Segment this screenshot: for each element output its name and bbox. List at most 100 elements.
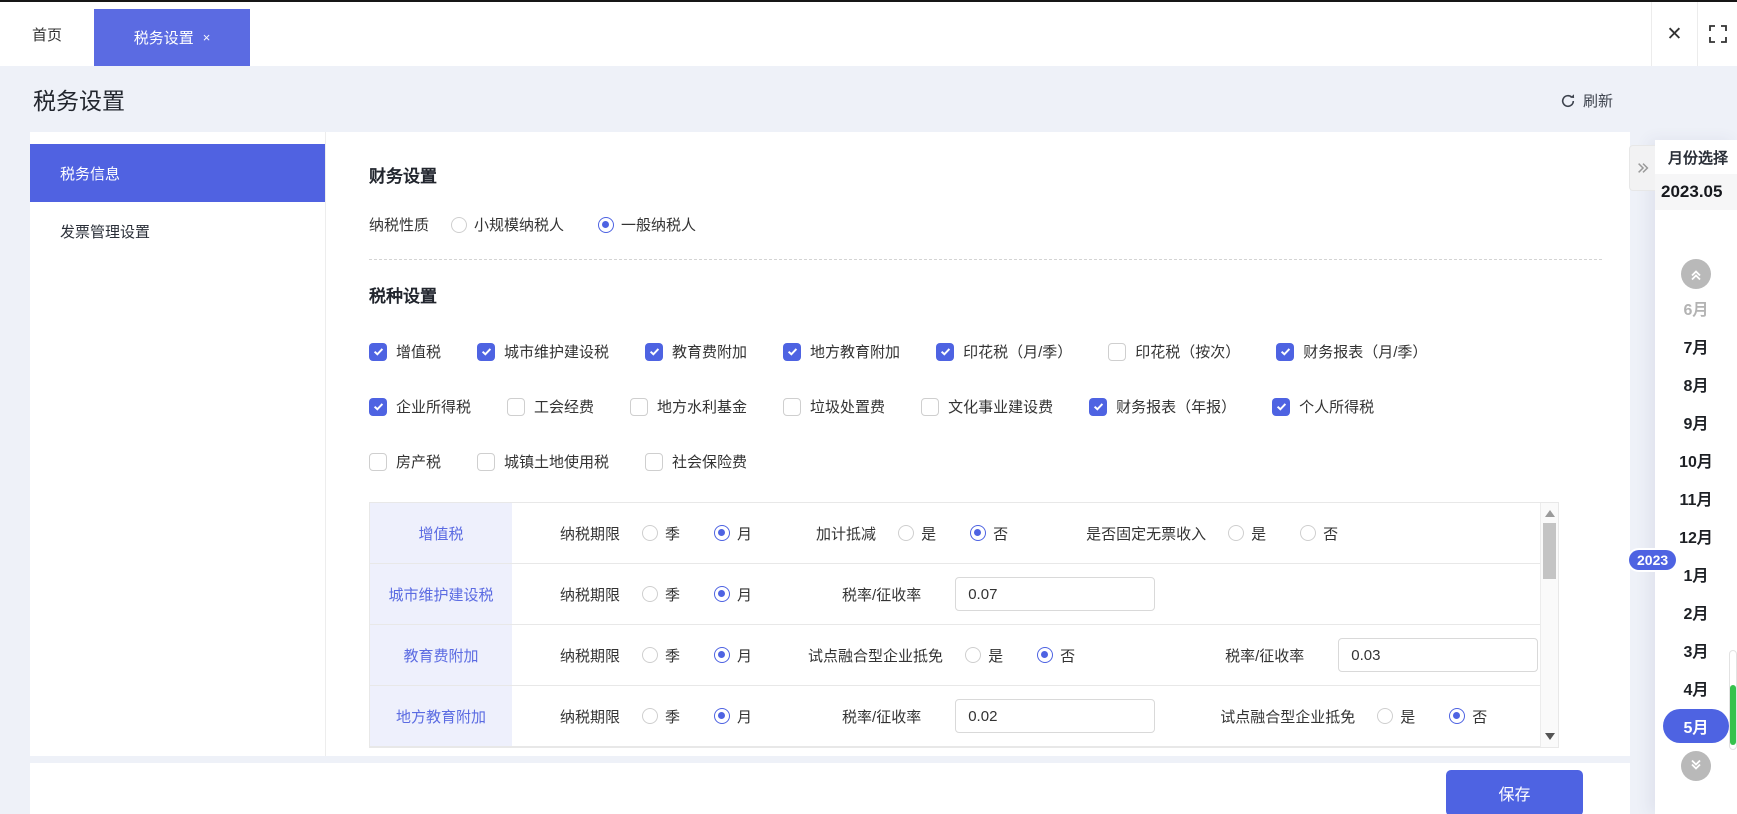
- radio-icon[interactable]: [965, 647, 982, 663]
- month-item-5月[interactable]: 5月: [1663, 709, 1729, 743]
- 增值税-是否固定无票收入-radio-否[interactable]: 否: [1300, 523, 1338, 544]
- scroll-down-icon[interactable]: [1545, 733, 1555, 740]
- month-item-6月[interactable]: 6月: [1663, 289, 1729, 327]
- 税率/征收率-input[interactable]: [955, 699, 1156, 733]
- checkbox-印花税（月/季）[interactable]: 印花税（月/季）: [936, 341, 1072, 362]
- radio-icon[interactable]: [642, 708, 659, 724]
- radio-icon[interactable]: [642, 647, 659, 663]
- checkbox-icon[interactable]: [630, 397, 649, 416]
- checkbox-城镇土地使用税[interactable]: 城镇土地使用税: [477, 451, 609, 472]
- month-item-12月[interactable]: 12月: [1663, 517, 1729, 555]
- month-item-10月[interactable]: 10月: [1663, 441, 1729, 479]
- checkbox-icon[interactable]: [1276, 342, 1295, 361]
- checkbox-icon[interactable]: [783, 397, 802, 416]
- checkbox-icon[interactable]: [936, 342, 955, 361]
- 地方教育附加-试点融合型企业抵免-radio-否[interactable]: 否: [1449, 706, 1487, 727]
- month-item-9月[interactable]: 9月: [1663, 403, 1729, 441]
- 教育费附加-纳税期限-radio-月[interactable]: 月: [714, 645, 752, 666]
- 增值税-纳税期限-radio-月[interactable]: 月: [714, 523, 752, 544]
- checkbox-icon[interactable]: [1089, 397, 1108, 416]
- 地方教育附加-纳税期限-radio-季[interactable]: 季: [642, 706, 680, 727]
- checkbox-财务报表（年报）[interactable]: 财务报表（年报）: [1089, 396, 1236, 417]
- sidebar-item-0[interactable]: 税务信息: [30, 144, 325, 202]
- close-icon[interactable]: ✕: [1651, 2, 1697, 66]
- panel-collapse-button[interactable]: [1629, 145, 1655, 191]
- radio-icon[interactable]: [451, 216, 468, 233]
- radio-icon[interactable]: [898, 525, 915, 541]
- radio-icon[interactable]: [1449, 708, 1466, 724]
- months-scroll-down-button[interactable]: [1681, 751, 1711, 781]
- month-item-3月[interactable]: 3月: [1663, 631, 1729, 669]
- radio-icon[interactable]: [970, 525, 987, 541]
- radio-icon[interactable]: [1300, 525, 1317, 541]
- months-scroll-up-button[interactable]: [1681, 259, 1711, 289]
- checkbox-icon[interactable]: [369, 342, 387, 361]
- scrollbar-thumb[interactable]: [1543, 523, 1556, 579]
- checkbox-财务报表（月/季）[interactable]: 财务报表（月/季）: [1276, 341, 1427, 362]
- month-item-2月[interactable]: 2月: [1663, 593, 1729, 631]
- 增值税-加计抵减-radio-是[interactable]: 是: [898, 523, 936, 544]
- checkbox-社会保险费[interactable]: 社会保险费: [645, 451, 747, 472]
- radio-icon[interactable]: [714, 586, 731, 602]
- 增值税-是否固定无票收入-radio-是[interactable]: 是: [1228, 523, 1266, 544]
- radio-icon[interactable]: [1228, 525, 1245, 541]
- scroll-up-icon[interactable]: [1545, 510, 1555, 517]
- table-scrollbar[interactable]: [1540, 503, 1558, 747]
- checkbox-icon[interactable]: [921, 397, 940, 416]
- radio-icon[interactable]: [598, 216, 615, 233]
- tax-nature-radio-一般纳税人[interactable]: 一般纳税人: [598, 214, 696, 235]
- checkbox-地方水利基金[interactable]: 地方水利基金: [630, 396, 747, 417]
- tab-home[interactable]: 首页: [0, 2, 94, 66]
- 增值税-纳税期限-radio-季[interactable]: 季: [642, 523, 680, 544]
- month-item-4月[interactable]: 4月: [1663, 669, 1729, 707]
- checkbox-icon[interactable]: [477, 452, 496, 471]
- checkbox-icon[interactable]: [369, 397, 387, 416]
- checkbox-房产税[interactable]: 房产税: [369, 451, 441, 472]
- checkbox-垃圾处置费[interactable]: 垃圾处置费: [783, 396, 885, 417]
- checkbox-教育费附加[interactable]: 教育费附加: [645, 341, 747, 362]
- 教育费附加-试点融合型企业抵免-radio-否[interactable]: 否: [1037, 645, 1075, 666]
- checkbox-icon[interactable]: [645, 452, 664, 471]
- radio-icon[interactable]: [642, 525, 659, 541]
- checkbox-icon[interactable]: [1272, 397, 1291, 416]
- checkbox-文化事业建设费[interactable]: 文化事业建设费: [921, 396, 1053, 417]
- radio-icon[interactable]: [714, 708, 731, 724]
- month-scroll-thumb[interactable]: [1730, 685, 1736, 745]
- checkbox-icon[interactable]: [783, 342, 802, 361]
- checkbox-印花税（按次）[interactable]: 印花税（按次）: [1108, 341, 1240, 362]
- 地方教育附加-纳税期限-radio-月[interactable]: 月: [714, 706, 752, 727]
- month-item-7月[interactable]: 7月: [1663, 327, 1729, 365]
- checkbox-增值税[interactable]: 增值税: [369, 341, 441, 362]
- checkbox-icon[interactable]: [645, 342, 664, 361]
- 教育费附加-试点融合型企业抵免-radio-是[interactable]: 是: [965, 645, 1003, 666]
- 地方教育附加-试点融合型企业抵免-radio-是[interactable]: 是: [1377, 706, 1415, 727]
- radio-icon[interactable]: [1037, 647, 1054, 663]
- sidebar-item-1[interactable]: 发票管理设置: [30, 202, 325, 260]
- tax-nature-radio-小规模纳税人[interactable]: 小规模纳税人: [451, 214, 564, 235]
- 税率/征收率-input[interactable]: [1338, 638, 1539, 672]
- tab-close-icon[interactable]: ×: [203, 30, 211, 45]
- checkbox-icon[interactable]: [1108, 342, 1127, 361]
- 增值税-加计抵减-radio-否[interactable]: 否: [970, 523, 1008, 544]
- save-button[interactable]: 保存: [1446, 770, 1583, 814]
- 教育费附加-纳税期限-radio-季[interactable]: 季: [642, 645, 680, 666]
- month-item-11月[interactable]: 11月: [1663, 479, 1729, 517]
- radio-icon[interactable]: [642, 586, 659, 602]
- checkbox-icon[interactable]: [369, 452, 387, 471]
- radio-icon[interactable]: [714, 525, 731, 541]
- checkbox-工会经费[interactable]: 工会经费: [507, 396, 594, 417]
- tab-tax-settings[interactable]: 税务设置 ×: [94, 9, 250, 66]
- radio-icon[interactable]: [714, 647, 731, 663]
- 城市维护建设税-纳税期限-radio-季[interactable]: 季: [642, 584, 680, 605]
- 税率/征收率-input[interactable]: [955, 577, 1156, 611]
- fullscreen-icon[interactable]: [1697, 2, 1737, 66]
- checkbox-企业所得税[interactable]: 企业所得税: [369, 396, 471, 417]
- 城市维护建设税-纳税期限-radio-月[interactable]: 月: [714, 584, 752, 605]
- checkbox-地方教育附加[interactable]: 地方教育附加: [783, 341, 900, 362]
- checkbox-icon[interactable]: [477, 342, 496, 361]
- refresh-button[interactable]: 刷新: [1560, 90, 1613, 111]
- month-item-8月[interactable]: 8月: [1663, 365, 1729, 403]
- checkbox-城市维护建设税[interactable]: 城市维护建设税: [477, 341, 609, 362]
- checkbox-个人所得税[interactable]: 个人所得税: [1272, 396, 1374, 417]
- radio-icon[interactable]: [1377, 708, 1394, 724]
